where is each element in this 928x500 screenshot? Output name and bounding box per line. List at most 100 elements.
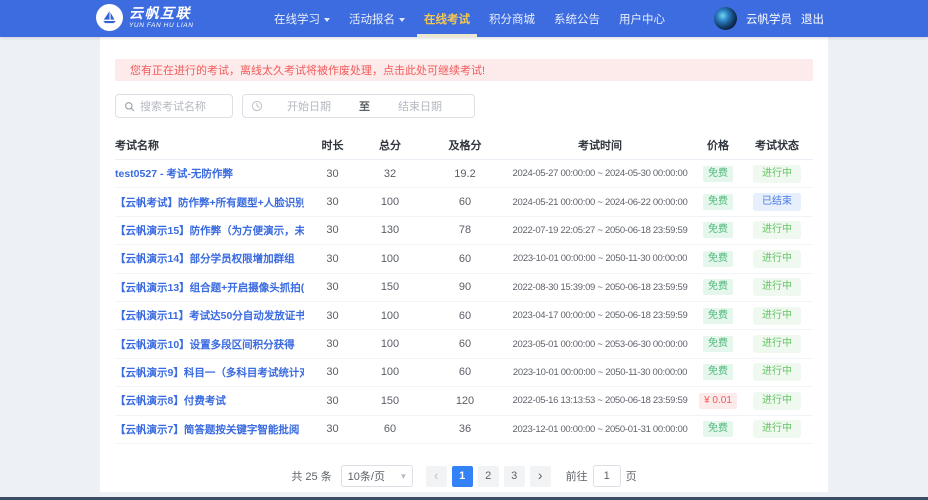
exam-table-body: test0527 - 考试-无防作弊 30 32 19.2 2024-05-27… (115, 160, 813, 444)
nav-item-label: 积分商城 (489, 11, 535, 27)
nav-item-online-study[interactable]: 在线学习 (274, 0, 330, 37)
exam-table-row: 【云帆演示10】设置多段区间积分获得 30 100 60 2023-05-01 … (115, 330, 813, 358)
top-navbar: 云帆互联 YUN FAN HU LIAN 在线学习 活动报名 在线考试 积分商城… (0, 0, 928, 37)
prev-page-button[interactable]: ‹ (426, 466, 447, 487)
clock-icon (251, 100, 263, 112)
status-badge: 进行中 (753, 363, 801, 381)
page-size-value: 10条/页 (348, 468, 385, 484)
exam-duration: 30 (310, 224, 355, 236)
exam-total-score: 32 (355, 168, 425, 180)
exam-name-link[interactable]: 【云帆演示13】组合题+开启摄像头抓拍(请... (115, 280, 304, 295)
exam-duration: 30 (310, 253, 355, 265)
exam-pass-score: 60 (425, 366, 505, 378)
total-count: 共 25 条 (291, 468, 331, 484)
status-badge: 进行中 (753, 420, 801, 438)
exam-name-link[interactable]: 【云帆演示7】简答题按关键字智能批阅 (115, 422, 304, 437)
ongoing-exam-alert[interactable]: 您有正在进行的考试，离线太久考试将被作废处理，点击此处可继续考试! (115, 59, 813, 81)
filters-bar: 搜索考试名称 开始日期 至 结束日期 (115, 94, 475, 118)
start-date-placeholder[interactable]: 开始日期 (263, 98, 355, 114)
page-size-select[interactable]: 10条/页 ▾ (341, 465, 413, 487)
exam-pass-score: 60 (425, 253, 505, 265)
exam-table-row: test0527 - 考试-无防作弊 30 32 19.2 2024-05-27… (115, 160, 813, 188)
status-badge: 进行中 (753, 278, 801, 296)
exam-total-score: 130 (355, 224, 425, 236)
page-number-group: 123 (452, 466, 525, 487)
col-total-score: 总分 (355, 137, 425, 153)
exam-total-score: 100 (355, 253, 425, 265)
date-range-separator: 至 (355, 98, 374, 114)
page-button-2[interactable]: 2 (478, 466, 499, 487)
exam-time-range: 2023-04-17 00:00:00 ~ 2050-06-18 23:59:5… (505, 310, 695, 321)
exam-pass-score: 90 (425, 281, 505, 293)
exam-total-score: 150 (355, 281, 425, 293)
brand-logo[interactable]: 云帆互联 YUN FAN HU LIAN (96, 4, 194, 31)
next-page-button[interactable]: › (530, 466, 551, 487)
chevron-down-icon (324, 18, 330, 22)
end-date-placeholder[interactable]: 结束日期 (374, 98, 466, 114)
nav-item-label: 在线考试 (424, 11, 470, 27)
exam-name-link[interactable]: 【云帆考试】防作弊+所有题型+人脸识别进... (115, 195, 304, 210)
exam-pass-score: 60 (425, 310, 505, 322)
col-pass-score: 及格分 (425, 137, 505, 153)
exam-time-range: 2022-05-16 13:13:53 ~ 2050-06-18 23:59:5… (505, 395, 695, 406)
nav-menu: 在线学习 活动报名 在线考试 积分商城 系统公告 用户中心 (274, 0, 665, 37)
goto-page: 前往 页 (566, 465, 637, 487)
sailboat-logo-icon (96, 4, 123, 31)
nav-item-user-center[interactable]: 用户中心 (619, 0, 665, 37)
main-card: 您有正在进行的考试，离线太久考试将被作废处理，点击此处可继续考试! 搜索考试名称… (100, 37, 828, 492)
price-badge: 免费 (703, 364, 733, 380)
exam-table: 考试名称 时长 总分 及格分 考试时间 价格 考试状态 test0527 - 考… (115, 130, 813, 444)
exam-duration: 30 (310, 281, 355, 293)
exam-table-row: 【云帆演示8】付费考试 30 150 120 2022-05-16 13:13:… (115, 387, 813, 415)
exam-name-link[interactable]: 【云帆演示14】部分学员权限增加群组 (115, 251, 304, 266)
search-input[interactable]: 搜索考试名称 (115, 94, 233, 118)
goto-suffix: 页 (626, 468, 637, 484)
exam-total-score: 60 (355, 423, 425, 435)
exam-pass-score: 36 (425, 423, 505, 435)
brand-subtitle: YUN FAN HU LIAN (129, 23, 194, 30)
nav-item-points-mall[interactable]: 积分商城 (489, 0, 535, 37)
exam-total-score: 100 (355, 366, 425, 378)
col-price: 价格 (695, 137, 741, 153)
exam-name-link[interactable]: 【云帆演示11】考试达50分自动发放证书+... (115, 308, 304, 323)
exam-name-link[interactable]: 【云帆演示9】科目一（多科目考试统计对... (115, 365, 304, 380)
exam-table-row: 【云帆演示15】防作弊（为方便演示，未开... 30 130 78 2022-0… (115, 217, 813, 245)
user-name[interactable]: 云帆学员 (746, 11, 792, 27)
page-button-1[interactable]: 1 (452, 466, 473, 487)
nav-item-label: 系统公告 (554, 11, 600, 27)
exam-duration: 30 (310, 366, 355, 378)
exam-name-link[interactable]: 【云帆演示10】设置多段区间积分获得 (115, 337, 304, 352)
exam-pass-score: 60 (425, 196, 505, 208)
page-buttons: ‹ 123 › (426, 466, 551, 487)
exam-total-score: 100 (355, 310, 425, 322)
price-badge: ¥ 0.01 (699, 393, 737, 409)
page-button-3[interactable]: 3 (504, 466, 525, 487)
status-badge: 进行中 (753, 335, 801, 353)
nav-item-system-notice[interactable]: 系统公告 (554, 0, 600, 37)
nav-item-online-exam[interactable]: 在线考试 (424, 0, 470, 37)
nav-item-activity-signup[interactable]: 活动报名 (349, 0, 405, 37)
exam-time-range: 2023-10-01 00:00:00 ~ 2050-11-30 00:00:0… (505, 367, 695, 378)
exam-name-link[interactable]: 【云帆演示15】防作弊（为方便演示，未开... (115, 223, 304, 238)
price-badge: 免费 (703, 279, 733, 295)
search-placeholder: 搜索考试名称 (140, 98, 206, 114)
col-exam-status: 考试状态 (741, 137, 813, 153)
price-badge: 免费 (703, 308, 733, 324)
price-badge: 免费 (703, 222, 733, 238)
price-badge: 免费 (703, 251, 733, 267)
price-badge: 免费 (703, 336, 733, 352)
exam-name-link[interactable]: test0527 - 考试-无防作弊 (115, 166, 304, 181)
goto-page-input[interactable] (593, 465, 621, 487)
exam-name-link[interactable]: 【云帆演示8】付费考试 (115, 393, 304, 408)
exam-duration: 30 (310, 168, 355, 180)
date-range-picker[interactable]: 开始日期 至 结束日期 (242, 94, 475, 118)
exam-pass-score: 60 (425, 338, 505, 350)
exam-time-range: 2022-08-30 15:39:09 ~ 2050-06-18 23:59:5… (505, 282, 695, 293)
chevron-down-icon (399, 18, 405, 22)
logout-link[interactable]: 退出 (801, 11, 824, 27)
exam-time-range: 2024-05-27 00:00:00 ~ 2024-05-30 00:00:0… (505, 168, 695, 179)
nav-user-area: 云帆学员 退出 (714, 0, 824, 37)
exam-time-range: 2024-05-21 00:00:00 ~ 2024-06-22 00:00:0… (505, 197, 695, 208)
user-avatar[interactable] (714, 7, 737, 30)
exam-time-range: 2023-12-01 00:00:00 ~ 2050-01-31 00:00:0… (505, 424, 695, 435)
